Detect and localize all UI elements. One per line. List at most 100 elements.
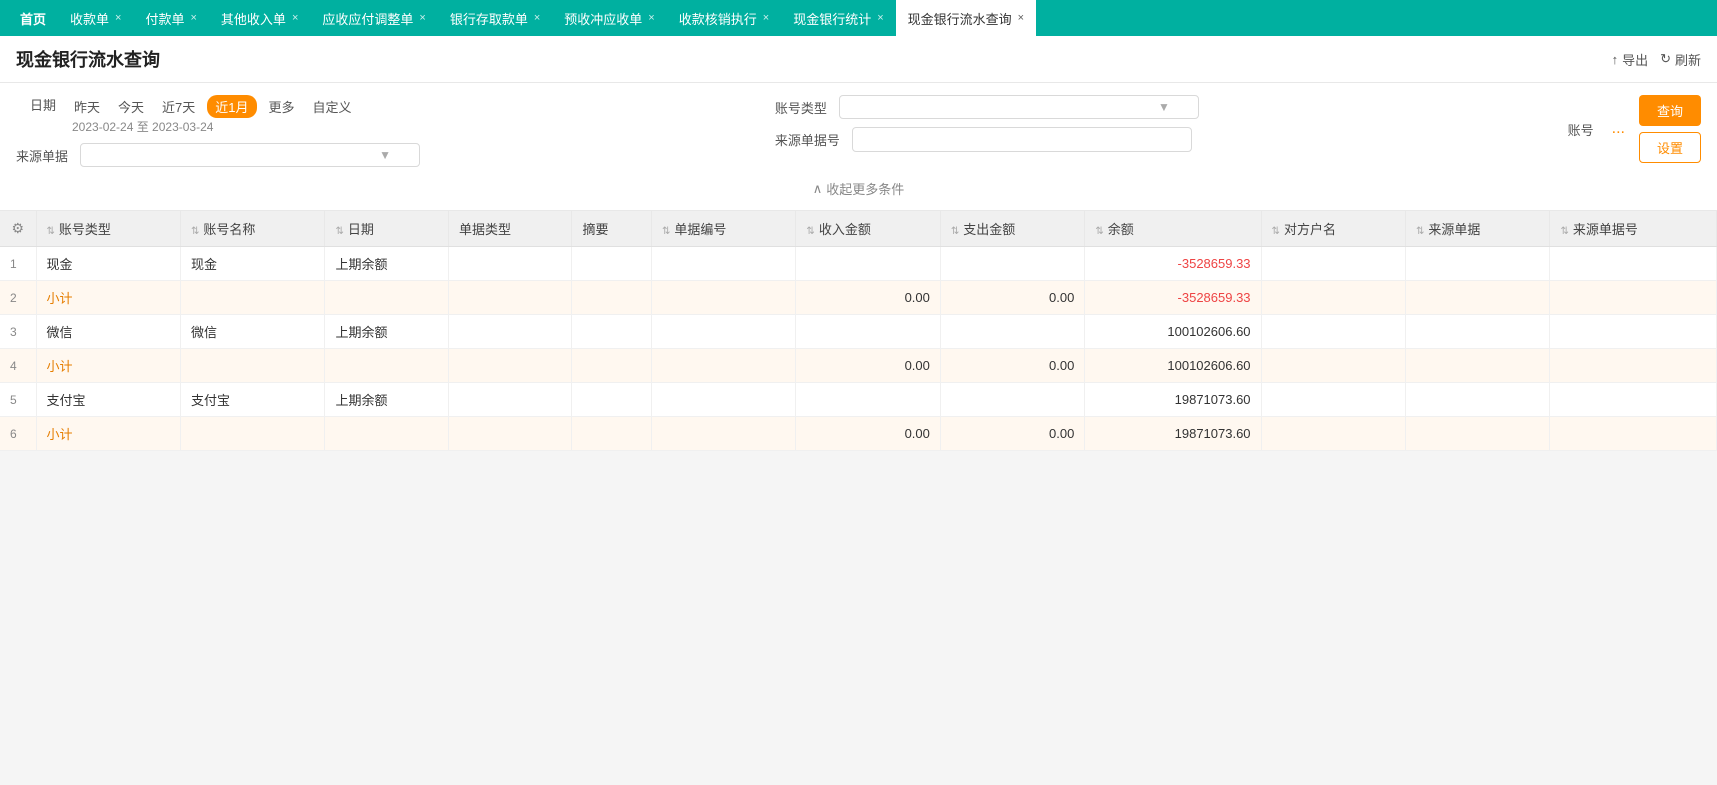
- table-row: 4小计0.000.00100102606.60: [0, 349, 1717, 383]
- column-income[interactable]: ⇅收入金额: [796, 211, 940, 247]
- cell-account-name: 现金: [180, 247, 324, 281]
- column-source-doc[interactable]: ⇅来源单据: [1406, 211, 1550, 247]
- column-doc-no[interactable]: ⇅单据编号: [651, 211, 795, 247]
- cell-source-doc: [1406, 281, 1550, 315]
- date-btn-1month[interactable]: 近1月: [207, 95, 256, 118]
- date-btn-7days[interactable]: 近7天: [156, 95, 201, 118]
- source-doc-select[interactable]: ▼: [80, 143, 420, 167]
- nav-tab-1[interactable]: 付款单 ×: [133, 0, 208, 36]
- nav-tab-0[interactable]: 收款单 ×: [58, 0, 133, 36]
- account-dots-button[interactable]: ...: [1606, 120, 1631, 138]
- sort-icon: ⇅: [1560, 226, 1568, 237]
- nav-tab-4[interactable]: 银行存取款单 ×: [438, 0, 552, 36]
- sort-icon: ⇅: [1095, 226, 1103, 237]
- date-range: 2023-02-24 至 2023-03-24: [72, 118, 358, 135]
- cell-doc-no: [651, 247, 795, 281]
- column-date[interactable]: ⇅日期: [325, 211, 449, 247]
- column-settings[interactable]: ⚙: [0, 211, 36, 247]
- row-number: 6: [0, 417, 36, 451]
- date-btn-more[interactable]: 更多: [263, 95, 301, 118]
- column-summary: 摘要: [572, 211, 652, 247]
- cell-date: [325, 417, 449, 451]
- close-icon[interactable]: ×: [190, 12, 196, 24]
- cell-source-doc: [1406, 383, 1550, 417]
- date-options: 昨天 今天 近7天 近1月 更多 自定义: [68, 95, 358, 118]
- row-number: 2: [0, 281, 36, 315]
- cell-income: [796, 247, 940, 281]
- cell-doc-type: [448, 247, 572, 281]
- nav-tab-3[interactable]: 应收应付调整单 ×: [310, 0, 437, 36]
- refresh-button[interactable]: ↻ 刷新: [1660, 50, 1701, 69]
- nav-tab-7[interactable]: 现金银行统计 ×: [781, 0, 895, 36]
- date-btn-yesterday[interactable]: 昨天: [68, 95, 106, 118]
- cell-income: 0.00: [796, 281, 940, 315]
- page-title: 现金银行流水查询: [16, 46, 160, 72]
- cell-doc-type: [448, 315, 572, 349]
- cell-account-type: 小计: [36, 349, 180, 383]
- nav-tab-6[interactable]: 收款核销执行 ×: [667, 0, 781, 36]
- column-account-type[interactable]: ⇅账号类型: [36, 211, 180, 247]
- column-balance[interactable]: ⇅余额: [1085, 211, 1261, 247]
- nav-tab-2[interactable]: 其他收入单 ×: [209, 0, 310, 36]
- cell-summary: [572, 417, 652, 451]
- cell-doc-no: [651, 349, 795, 383]
- cell-account-name: [180, 349, 324, 383]
- source-doc-no-input[interactable]: [852, 127, 1192, 152]
- cell-account-type: 现金: [36, 247, 180, 281]
- column-account-name[interactable]: ⇅账号名称: [180, 211, 324, 247]
- close-icon[interactable]: ×: [534, 12, 540, 24]
- chevron-up-icon: ∧: [813, 181, 823, 197]
- sort-icon: ⇅: [47, 226, 55, 237]
- column-source-doc-no[interactable]: ⇅来源单据号: [1550, 211, 1717, 247]
- cell-counterparty: [1261, 247, 1405, 281]
- data-table: ⚙ ⇅账号类型 ⇅账号名称 ⇅日期 单据类型 摘要 ⇅单据编号 ⇅收入金额: [0, 211, 1717, 451]
- gear-icon[interactable]: ⚙: [11, 220, 24, 236]
- column-expense[interactable]: ⇅支出金额: [940, 211, 1084, 247]
- account-type-label: 账号类型: [775, 98, 827, 117]
- top-navigation: 首页 收款单 × 付款单 × 其他收入单 × 应收应付调整单 × 银行存取款单 …: [0, 0, 1717, 36]
- cell-account-type: 支付宝: [36, 383, 180, 417]
- cell-doc-type: [448, 281, 572, 315]
- table-row: 6小计0.000.0019871073.60: [0, 417, 1717, 451]
- sort-icon: ⇅: [191, 226, 199, 237]
- cell-account-type: 微信: [36, 315, 180, 349]
- close-icon[interactable]: ×: [1018, 12, 1024, 24]
- settings-button[interactable]: 设置: [1639, 132, 1701, 163]
- cell-account-name: [180, 281, 324, 315]
- nav-tab-5[interactable]: 预收冲应收单 ×: [552, 0, 666, 36]
- close-icon[interactable]: ×: [877, 12, 883, 24]
- cell-expense: 0.00: [940, 417, 1084, 451]
- nav-tab-8[interactable]: 现金银行流水查询 ×: [896, 0, 1036, 36]
- cell-balance: 19871073.60: [1085, 417, 1261, 451]
- close-icon[interactable]: ×: [763, 12, 769, 24]
- export-button[interactable]: ↑ 导出: [1612, 50, 1649, 69]
- query-button[interactable]: 查询: [1639, 95, 1701, 126]
- cell-source-doc-no: [1550, 349, 1717, 383]
- cell-date: 上期余额: [325, 315, 449, 349]
- account-type-select[interactable]: ▼: [839, 95, 1199, 119]
- cell-expense: [940, 315, 1084, 349]
- action-buttons: 查询 设置: [1639, 95, 1701, 163]
- close-icon[interactable]: ×: [115, 12, 121, 24]
- column-counterparty[interactable]: ⇅对方户名: [1261, 211, 1405, 247]
- date-btn-today[interactable]: 今天: [112, 95, 150, 118]
- cell-income: 0.00: [796, 349, 940, 383]
- cell-expense: 0.00: [940, 349, 1084, 383]
- page-header: 现金银行流水查询 ↑ 导出 ↻ 刷新: [0, 36, 1717, 83]
- cell-doc-type: [448, 349, 572, 383]
- nav-home[interactable]: 首页: [8, 0, 58, 36]
- cell-source-doc: [1406, 315, 1550, 349]
- table-row: 2小计0.000.00-3528659.33: [0, 281, 1717, 315]
- date-btn-custom[interactable]: 自定义: [307, 95, 358, 118]
- cell-income: [796, 315, 940, 349]
- close-icon[interactable]: ×: [292, 12, 298, 24]
- collapse-button[interactable]: ∧ 收起更多条件: [813, 179, 905, 198]
- table-header-row: ⚙ ⇅账号类型 ⇅账号名称 ⇅日期 单据类型 摘要 ⇅单据编号 ⇅收入金额: [0, 211, 1717, 247]
- close-icon[interactable]: ×: [419, 12, 425, 24]
- cell-doc-no: [651, 315, 795, 349]
- cell-date: [325, 349, 449, 383]
- cell-source-doc: [1406, 349, 1550, 383]
- cell-counterparty: [1261, 315, 1405, 349]
- close-icon[interactable]: ×: [648, 12, 654, 24]
- row-number: 1: [0, 247, 36, 281]
